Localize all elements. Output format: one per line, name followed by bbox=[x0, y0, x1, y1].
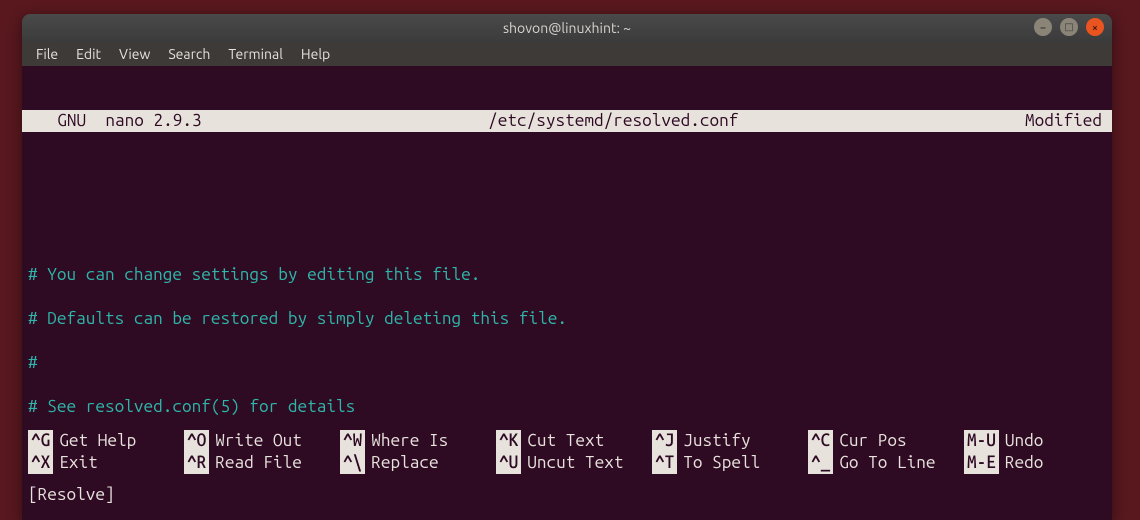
comment-line: # You can change settings by editing thi… bbox=[28, 264, 1106, 286]
shortcut-label: Uncut Text bbox=[527, 452, 623, 474]
shortcut-item: ^R Read File bbox=[184, 452, 340, 474]
nano-header: GNU nano 2.9.3 /etc/systemd/resolved.con… bbox=[22, 110, 1112, 132]
shortcut-item: ^K Cut Text bbox=[496, 430, 652, 452]
shortcut-label: Undo bbox=[1005, 430, 1044, 452]
shortcut-key: ^G bbox=[28, 430, 53, 452]
shortcut-key: ^J bbox=[652, 430, 677, 452]
shortcut-label: Read File bbox=[215, 452, 302, 474]
shortcut-label: Cut Text bbox=[527, 430, 604, 452]
shortcut-label: Where Is bbox=[371, 430, 448, 452]
shortcut-item: ^T To Spell bbox=[652, 452, 808, 474]
shortcut-label: To Spell bbox=[683, 452, 760, 474]
shortcut-label: Replace bbox=[371, 452, 438, 474]
comment-line: # bbox=[28, 352, 1106, 374]
menu-view[interactable]: View bbox=[111, 44, 158, 64]
shortcut-label: Exit bbox=[59, 452, 98, 474]
shortcut-item: ^O Write Out bbox=[184, 430, 340, 452]
menu-file[interactable]: File bbox=[28, 44, 66, 64]
shortcut-item: ^U Uncut Text bbox=[496, 452, 652, 474]
nano-shortcut-bar: ^G Get Help ^O Write Out ^W Where Is ^K Cut Tex… bbox=[22, 386, 1112, 520]
window-title: shovon@linuxhint: ~ bbox=[22, 20, 1112, 36]
shortcut-item: M-U Undo bbox=[964, 430, 1112, 452]
menubar: File Edit View Search Terminal Help bbox=[22, 42, 1112, 66]
shortcut-item: ^W Where Is bbox=[340, 430, 496, 452]
shortcut-item: M-E Redo bbox=[964, 452, 1112, 474]
shortcut-key: ^_ bbox=[808, 452, 833, 474]
close-button[interactable]: × bbox=[1086, 18, 1104, 36]
shortcut-key: ^C bbox=[808, 430, 833, 452]
shortcut-item: ^_ Go To Line bbox=[808, 452, 964, 474]
minimize-button[interactable]: – bbox=[1034, 18, 1052, 36]
shortcut-key: ^X bbox=[28, 452, 53, 474]
shortcut-label: Justify bbox=[683, 430, 750, 452]
shortcut-key: ^T bbox=[652, 452, 677, 474]
shortcut-key: M-U bbox=[964, 430, 999, 452]
shortcut-key: ^R bbox=[184, 452, 209, 474]
titlebar: shovon@linuxhint: ~ – □ × bbox=[22, 14, 1112, 42]
comment-line: # Defaults can be restored by simply del… bbox=[28, 308, 1106, 330]
shortcut-key: ^W bbox=[340, 430, 365, 452]
shortcut-label: Get Help bbox=[59, 430, 136, 452]
shortcut-key: ^O bbox=[184, 430, 209, 452]
menu-edit[interactable]: Edit bbox=[68, 44, 109, 64]
shortcut-key: ^K bbox=[496, 430, 521, 452]
shortcut-label: Cur Pos bbox=[839, 430, 906, 452]
shortcut-key: ^U bbox=[496, 452, 521, 474]
shortcut-item: ^X Exit bbox=[28, 452, 184, 474]
shortcut-key: ^\ bbox=[340, 452, 365, 474]
shortcut-item: ^G Get Help bbox=[28, 430, 184, 452]
nano-filename: /etc/systemd/resolved.conf bbox=[202, 110, 1025, 132]
shortcut-key: M-E bbox=[964, 452, 999, 474]
menu-search[interactable]: Search bbox=[160, 44, 218, 64]
nano-status: Modified bbox=[1025, 110, 1106, 132]
shortcut-row-1: ^G Get Help ^O Write Out ^W Where Is ^K Cut Tex… bbox=[28, 430, 1106, 452]
shortcut-label: Go To Line bbox=[839, 452, 935, 474]
menu-terminal[interactable]: Terminal bbox=[220, 44, 291, 64]
nano-version: GNU nano 2.9.3 bbox=[28, 110, 202, 132]
terminal-area[interactable]: GNU nano 2.9.3 /etc/systemd/resolved.con… bbox=[22, 66, 1112, 520]
shortcut-label: Redo bbox=[1005, 452, 1044, 474]
maximize-button[interactable]: □ bbox=[1060, 18, 1078, 36]
window-controls: – □ × bbox=[1034, 18, 1104, 36]
menu-help[interactable]: Help bbox=[293, 44, 338, 64]
shortcut-label: Write Out bbox=[215, 430, 302, 452]
shortcut-row-2: ^X Exit ^R Read File ^\ Replace ^U Uncut Text ^T… bbox=[28, 452, 1106, 474]
blank-line bbox=[28, 220, 1106, 242]
shortcut-item: ^C Cur Pos bbox=[808, 430, 964, 452]
terminal-window: shovon@linuxhint: ~ – □ × File Edit View… bbox=[22, 14, 1112, 520]
shortcut-item: ^J Justify bbox=[652, 430, 808, 452]
shortcut-item: ^\ Replace bbox=[340, 452, 496, 474]
